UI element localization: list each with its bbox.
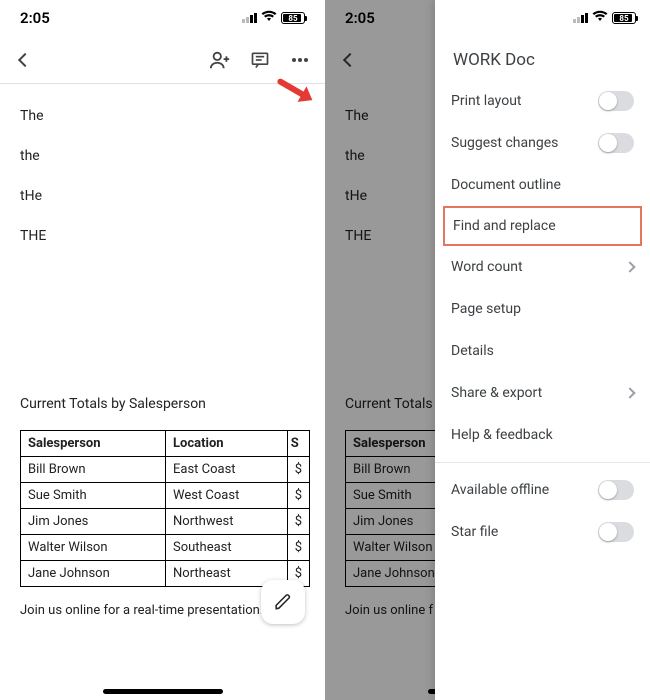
toggle-star-file[interactable] xyxy=(598,522,634,542)
app-bar xyxy=(0,36,325,84)
cellular-icon xyxy=(573,13,588,23)
doc-text: The xyxy=(20,108,305,124)
comment-icon[interactable] xyxy=(249,49,271,71)
col-header: Salesperson xyxy=(21,431,166,457)
add-person-icon[interactable] xyxy=(209,49,231,71)
document-body[interactable]: The the tHe THE Current Totals by Salesp… xyxy=(0,84,325,636)
wifi-icon xyxy=(592,10,608,26)
cellular-icon xyxy=(242,13,257,23)
menu-find-and-replace[interactable]: Find and replace xyxy=(443,206,642,246)
menu-star-file[interactable]: Star file xyxy=(435,511,650,553)
edit-fab[interactable] xyxy=(261,580,305,624)
section-title: Current Totals by Salesperson xyxy=(20,396,305,412)
status-time: 2:05 xyxy=(20,9,50,27)
table-row: Jim JonesNorthwest$ xyxy=(21,509,310,535)
table-row: Bill BrownEast Coast$ xyxy=(21,457,310,483)
pencil-icon xyxy=(274,593,292,611)
menu-separator xyxy=(435,462,650,463)
status-bar: 85 xyxy=(435,0,650,36)
status-bar: 2:05 85 xyxy=(0,0,325,36)
menu-available-offline[interactable]: Available offline xyxy=(435,469,650,511)
battery-icon: 85 xyxy=(281,12,305,24)
table-header-row: Salesperson Location S xyxy=(21,431,310,457)
more-menu-icon[interactable] xyxy=(289,49,311,71)
battery-icon: 85 xyxy=(612,12,636,24)
menu-print-layout[interactable]: Print layout xyxy=(435,80,650,122)
back-button[interactable] xyxy=(14,49,36,71)
doc-text: tHe xyxy=(20,188,305,204)
col-header: S xyxy=(287,431,309,457)
menu-suggest-changes[interactable]: Suggest changes xyxy=(435,122,650,164)
toggle-suggest-changes[interactable] xyxy=(598,133,634,153)
data-table: Salesperson Location S Bill BrownEast Co… xyxy=(20,430,310,587)
menu-document-outline[interactable]: Document outline xyxy=(435,164,650,206)
doc-text: THE xyxy=(20,228,305,244)
chevron-right-icon xyxy=(624,261,635,272)
home-indicator xyxy=(103,689,223,694)
toggle-available-offline[interactable] xyxy=(598,480,634,500)
doc-text: the xyxy=(20,148,305,164)
wifi-icon xyxy=(261,10,277,26)
panel-title: WORK Doc xyxy=(435,36,650,80)
table-row: Sue SmithWest Coast$ xyxy=(21,483,310,509)
toggle-print-layout[interactable] xyxy=(598,91,634,111)
chevron-right-icon xyxy=(624,387,635,398)
menu-share-export[interactable]: Share & export xyxy=(435,372,650,414)
overflow-menu-panel: 85 WORK Doc Print layout Suggest changes… xyxy=(435,0,650,700)
menu-word-count[interactable]: Word count xyxy=(435,246,650,288)
menu-details[interactable]: Details xyxy=(435,330,650,372)
table-row: Walter WilsonSoutheast$ xyxy=(21,535,310,561)
menu-help-feedback[interactable]: Help & feedback xyxy=(435,414,650,456)
menu-page-setup[interactable]: Page setup xyxy=(435,288,650,330)
col-header: Location xyxy=(166,431,288,457)
